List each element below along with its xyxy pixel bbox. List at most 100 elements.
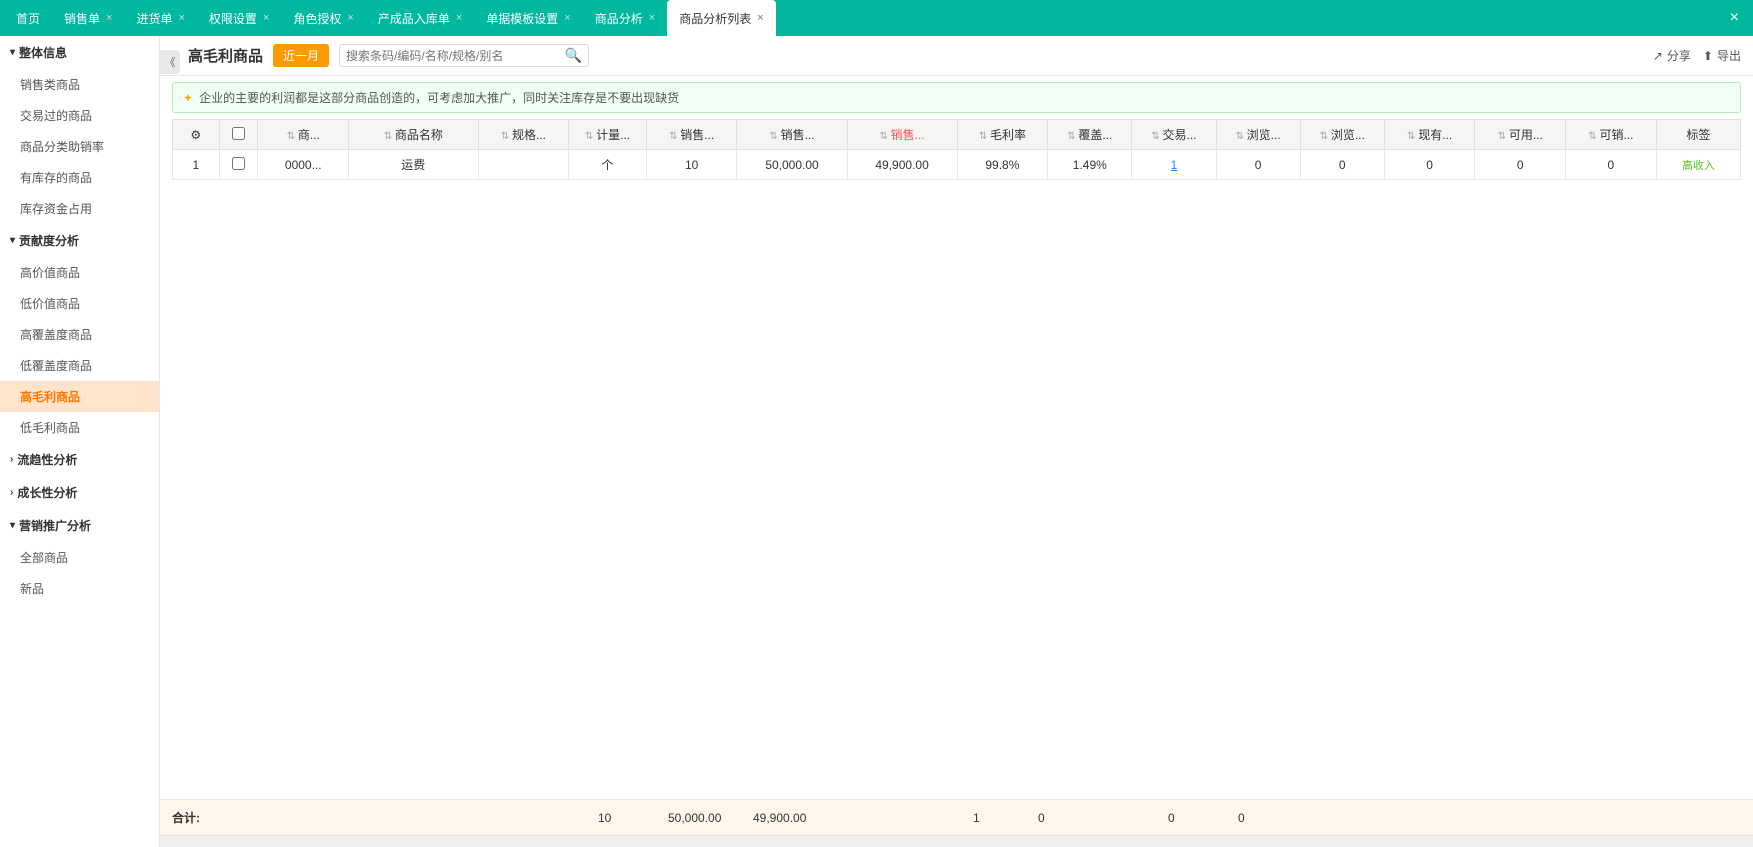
nav-close-product-analysis[interactable]: ×: [649, 12, 655, 24]
nav-close-product-analysis-list[interactable]: ×: [757, 12, 763, 24]
th-unit[interactable]: 计量...: [569, 120, 647, 150]
th-settings[interactable]: ⚙: [173, 120, 220, 150]
footer-sales-amt: 50,000.00: [668, 811, 753, 825]
sidebar-item-high-value[interactable]: 高价值商品: [0, 257, 159, 288]
sidebar-item-low-coverage[interactable]: 低覆盖度商品: [0, 350, 159, 381]
th-browse2[interactable]: 浏览...: [1300, 120, 1384, 150]
info-icon: ✦: [183, 91, 193, 105]
horizontal-scrollbar[interactable]: [160, 835, 1753, 847]
sidebar-group-marketing[interactable]: ▾ 营销推广分析: [0, 509, 159, 542]
th-sales-qty[interactable]: 销售...: [646, 120, 737, 150]
sidebar-item-low-value[interactable]: 低价值商品: [0, 288, 159, 319]
th-spec[interactable]: 规格...: [478, 120, 569, 150]
footer-browse1: 0: [1038, 811, 1103, 825]
nav-purchase-order[interactable]: 进货单 ×: [124, 0, 196, 36]
filter-recent-month-button[interactable]: 近一月: [273, 44, 329, 67]
th-sellable[interactable]: 可销...: [1566, 120, 1657, 150]
th-name[interactable]: 商品名称: [349, 120, 478, 150]
nav-close-role-auth[interactable]: ×: [347, 12, 353, 24]
table-row: 1 0000... 运费 个 10 50,000.00 49,900.00 99…: [173, 150, 1741, 180]
row-checkbox[interactable]: [232, 157, 245, 170]
th-tag[interactable]: 标签: [1656, 120, 1740, 150]
nav-close-product-warehouse[interactable]: ×: [456, 12, 462, 24]
nav-product-analysis[interactable]: 商品分析 ×: [583, 0, 667, 36]
sidebar-group-contribution-arrow: ▾: [10, 235, 15, 246]
cell-sales-amt: 50,000.00: [737, 150, 847, 180]
sidebar-item-low-margin[interactable]: 低毛利商品: [0, 412, 159, 443]
share-button[interactable]: ↗ 分享: [1653, 47, 1691, 64]
cell-code: 0000...: [258, 150, 349, 180]
sidebar-item-inventory-capital[interactable]: 库存资金占用: [0, 193, 159, 224]
nav-sales-order[interactable]: 销售单 ×: [52, 0, 124, 36]
content-area: 《 高毛利商品 近一月 🔍 ↗ 分享 ⬆ 导出 ✦ 企: [160, 36, 1753, 847]
cell-unit: 个: [569, 150, 647, 180]
nav-permission-settings[interactable]: 权限设置 ×: [197, 0, 281, 36]
sidebar-group-overall[interactable]: ▾ 整体信息: [0, 36, 159, 69]
cell-curr-inv: 0: [1384, 150, 1475, 180]
cell-sales-cost: 49,900.00: [847, 150, 957, 180]
nav-role-auth[interactable]: 角色授权 ×: [281, 0, 365, 36]
main-layout: ▾ 整体信息 销售类商品 交易过的商品 商品分类助销率 有库存的商品 库存资金占…: [0, 36, 1753, 847]
nav-close-all-button[interactable]: ×: [1720, 9, 1749, 27]
cell-sellable: 0: [1566, 150, 1657, 180]
sidebar-item-traded-goods[interactable]: 交易过的商品: [0, 100, 159, 131]
info-bar: ✦ 企业的主要的利润都是这部分商品创造的，可考虑加大推广，同时关注库存是不要出现…: [172, 82, 1741, 113]
nav-close-template[interactable]: ×: [564, 12, 570, 24]
cell-tag: 高收入: [1656, 150, 1740, 180]
footer-trade: 1: [973, 811, 1038, 825]
sidebar-item-sales-goods[interactable]: 销售类商品: [0, 69, 159, 100]
search-input[interactable]: [346, 49, 565, 63]
cell-cover: 1.49%: [1048, 150, 1132, 180]
footer-sales-qty: 10: [598, 811, 668, 825]
th-code[interactable]: 商...: [258, 120, 349, 150]
cell-trade[interactable]: 1: [1132, 150, 1216, 180]
sidebar-item-high-coverage[interactable]: 高覆盖度商品: [0, 319, 159, 350]
th-browse1[interactable]: 浏览...: [1216, 120, 1300, 150]
header-actions: ↗ 分享 ⬆ 导出: [1653, 47, 1741, 64]
export-button[interactable]: ⬆ 导出: [1703, 47, 1741, 64]
table-header-row: ⚙ 商... 商品名称 规格... 计量... 销售... 销售... 销售..…: [173, 120, 1741, 150]
footer-curr-inv: 0: [1168, 811, 1238, 825]
sidebar-group-growth[interactable]: › 成长性分析: [0, 476, 159, 509]
sidebar-group-contribution[interactable]: ▾ 贡献度分析: [0, 224, 159, 257]
search-box: 🔍: [339, 44, 589, 67]
sidebar-item-category-rate[interactable]: 商品分类助销率: [0, 131, 159, 162]
search-icon[interactable]: 🔍: [565, 47, 582, 64]
cell-check[interactable]: [219, 150, 258, 180]
cell-spec: [478, 150, 569, 180]
nav-product-warehouse[interactable]: 产成品入库单 ×: [366, 0, 474, 36]
share-icon: ↗: [1653, 49, 1663, 63]
page-title: 高毛利商品: [188, 45, 263, 66]
data-table: ⚙ 商... 商品名称 规格... 计量... 销售... 销售... 销售..…: [172, 119, 1741, 180]
th-curr-inv[interactable]: 现有...: [1384, 120, 1475, 150]
nav-product-analysis-list[interactable]: 商品分析列表 ×: [667, 0, 775, 36]
nav-close-purchase-order[interactable]: ×: [178, 12, 184, 24]
th-sales-amt[interactable]: 销售...: [737, 120, 847, 150]
th-sales-cost[interactable]: 销售...: [847, 120, 957, 150]
nav-home[interactable]: 首页: [4, 0, 52, 36]
sidebar: ▾ 整体信息 销售类商品 交易过的商品 商品分类助销率 有库存的商品 库存资金占…: [0, 36, 160, 847]
cell-browse2: 0: [1300, 150, 1384, 180]
footer-totals-bar: 合计: 10 50,000.00 49,900.00 1 0 0 0: [160, 799, 1753, 835]
sidebar-collapse-button[interactable]: 《: [160, 50, 180, 74]
th-cover[interactable]: 覆盖...: [1048, 120, 1132, 150]
th-avail[interactable]: 可用...: [1475, 120, 1566, 150]
footer-sales-cost: 49,900.00: [753, 811, 838, 825]
nav-template-settings[interactable]: 单据模板设置 ×: [474, 0, 582, 36]
nav-close-permission[interactable]: ×: [263, 12, 269, 24]
sidebar-item-inventory-goods[interactable]: 有库存的商品: [0, 162, 159, 193]
sidebar-item-all-goods[interactable]: 全部商品: [0, 542, 159, 573]
footer-avail: 0: [1238, 811, 1308, 825]
sidebar-group-trend[interactable]: › 流趋性分析: [0, 443, 159, 476]
nav-close-sales-order[interactable]: ×: [106, 12, 112, 24]
sidebar-group-growth-arrow: ›: [10, 487, 13, 498]
content-header: 高毛利商品 近一月 🔍 ↗ 分享 ⬆ 导出: [160, 36, 1753, 76]
th-check[interactable]: [219, 120, 258, 150]
sidebar-item-new-goods[interactable]: 新品: [0, 573, 159, 604]
sidebar-item-high-margin[interactable]: 高毛利商品: [0, 381, 159, 412]
th-trade[interactable]: 交易...: [1132, 120, 1216, 150]
sidebar-group-marketing-arrow: ▾: [10, 520, 15, 531]
cell-sales-qty: 10: [646, 150, 737, 180]
th-gross-rate[interactable]: 毛利率: [957, 120, 1048, 150]
select-all-checkbox[interactable]: [232, 127, 245, 140]
